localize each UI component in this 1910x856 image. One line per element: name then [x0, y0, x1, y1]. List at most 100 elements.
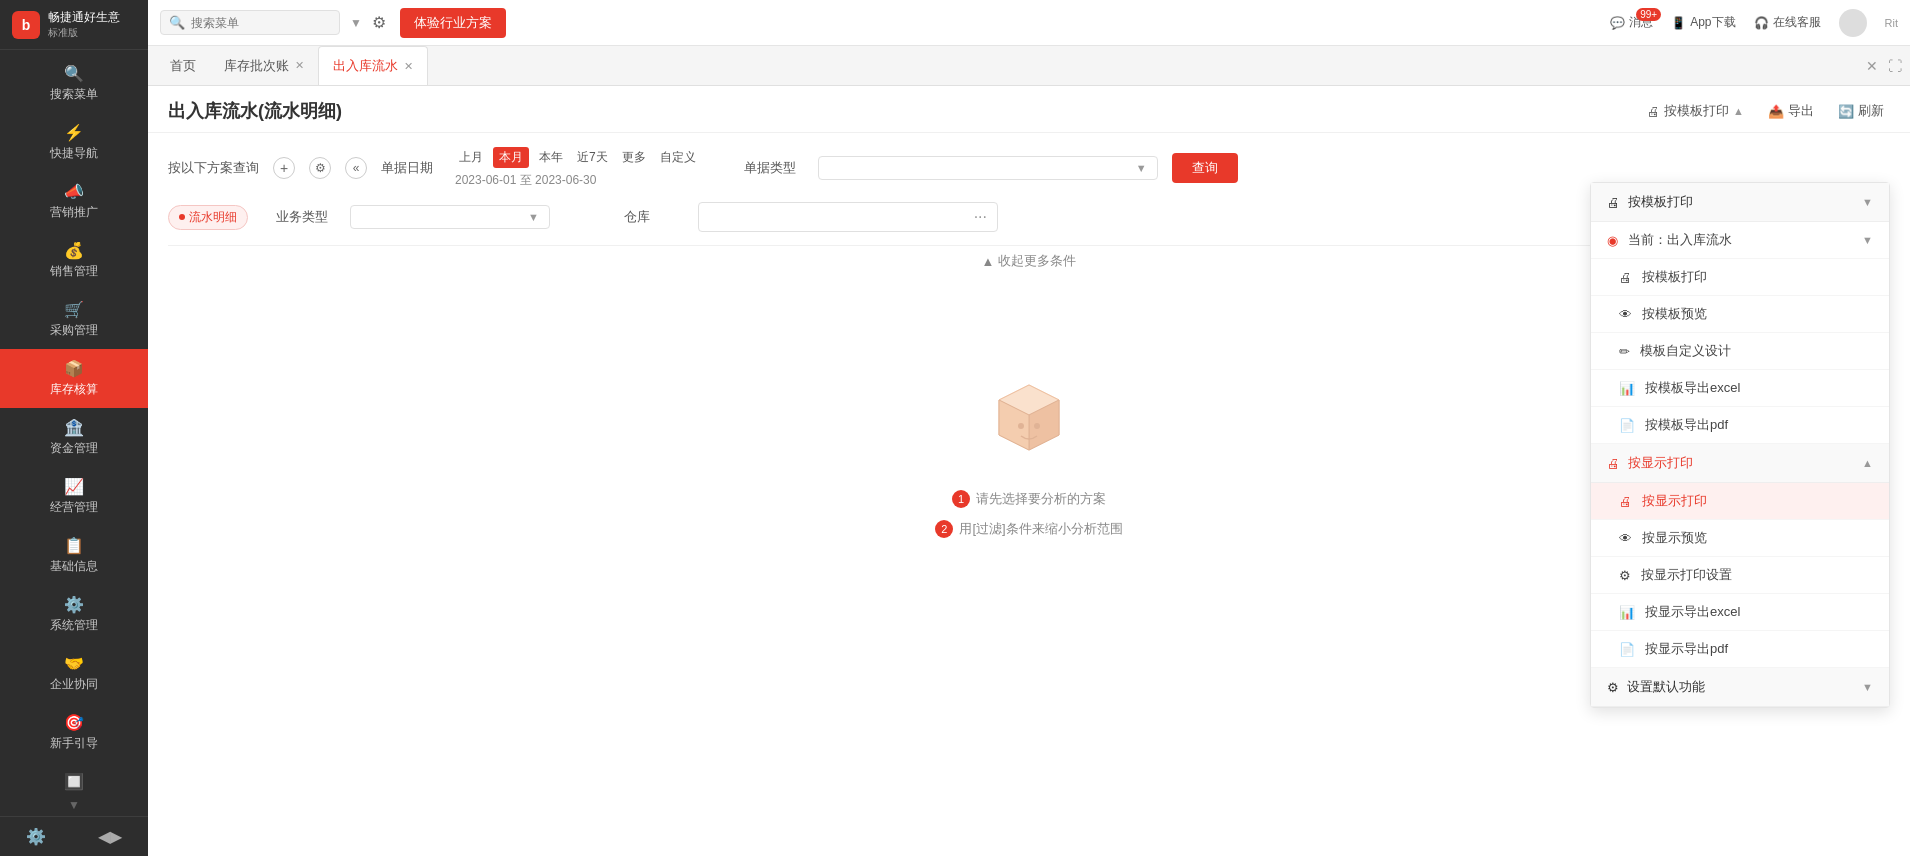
type-filter-select[interactable]: ▼: [818, 156, 1158, 180]
sidebar-item-search[interactable]: 🔍 搜索菜单: [0, 54, 148, 113]
disp-pdf-icon: 📄: [1619, 642, 1635, 657]
sidebar-item-guide[interactable]: 🎯 新手引导: [0, 703, 148, 762]
topbar-online-service[interactable]: 🎧 在线客服: [1754, 14, 1821, 31]
tpl-print-icon: 🖨: [1619, 270, 1632, 285]
sidebar-item-purchase[interactable]: 🛒 采购管理: [0, 290, 148, 349]
date-option-last-month[interactable]: 上月: [455, 147, 487, 168]
sidebar-item-quicknav[interactable]: ⚡ 快捷导航: [0, 113, 148, 172]
dropdown-display-preview-item[interactable]: 👁 按显示预览: [1591, 520, 1889, 557]
settings-bottom-icon[interactable]: ⚙️: [26, 827, 46, 846]
dropdown-template-print-item[interactable]: 🖨 按模板打印: [1591, 259, 1889, 296]
dropdown-default-settings-header[interactable]: ⚙ 设置默认功能 ▼: [1591, 668, 1889, 707]
warehouse-input[interactable]: ···: [698, 202, 998, 232]
type-filter-chevron: ▼: [1136, 162, 1147, 174]
hint-num-1: 1: [952, 490, 970, 508]
type-label: 单据类型: [744, 159, 804, 177]
topbar-search-input[interactable]: [191, 16, 321, 30]
tab-inventory-batch-label: 库存批次账: [224, 57, 289, 75]
empty-state-icon: [979, 370, 1079, 470]
filter-settings-btn[interactable]: ⚙: [309, 157, 331, 179]
dropdown-template-excel-item[interactable]: 📊 按模板导出excel: [1591, 370, 1889, 407]
user-name-display: Rit: [1885, 17, 1898, 29]
query-btn[interactable]: 查询: [1172, 153, 1238, 183]
search-icon: 🔍: [64, 64, 84, 83]
sidebar-item-collab[interactable]: 🤝 企业协同: [0, 644, 148, 703]
sidebar-item-finance[interactable]: 🏦 资金管理: [0, 408, 148, 467]
sidebar-item-quicknav-label: 快捷导航: [50, 145, 98, 162]
trial-btn[interactable]: 体验行业方案: [400, 8, 506, 38]
sidebar-item-operations[interactable]: 📈 经营管理: [0, 467, 148, 526]
sidebar-item-search-label: 搜索菜单: [50, 86, 98, 103]
service-icon: 🎧: [1754, 16, 1769, 30]
display-print-section-icon: 🖨: [1607, 456, 1620, 471]
dropdown-template-design-item[interactable]: ✏ 模板自定义设计: [1591, 333, 1889, 370]
page-actions: 🖨 按模板打印 ▲ 📤 导出 🔄 刷新: [1641, 98, 1890, 124]
tab-stock-flow-close[interactable]: ✕: [404, 60, 413, 73]
sidebar-item-purchase-label: 采购管理: [50, 322, 98, 339]
hint-text-1: 请先选择要分析的方案: [976, 486, 1106, 512]
tag-dot-icon: [179, 214, 185, 220]
sidebar-item-inventory[interactable]: 📦 库存核算: [0, 349, 148, 408]
export-btn[interactable]: 📤 导出: [1762, 98, 1820, 124]
guide-icon: 🎯: [64, 713, 84, 732]
date-option-this-year[interactable]: 本年: [535, 147, 567, 168]
dropdown-display-print-item[interactable]: 🖨 按显示打印: [1591, 483, 1889, 520]
filter-add-btn[interactable]: +: [273, 157, 295, 179]
date-range-display: 2023-06-01 至 2023-06-30: [455, 172, 700, 189]
filter-scheme-label: 按以下方案查询: [168, 159, 259, 177]
dropdown-display-pdf-item[interactable]: 📄 按显示导出pdf: [1591, 631, 1889, 668]
sidebar-item-basic[interactable]: 📋 基础信息: [0, 526, 148, 585]
tab-inventory-batch-close[interactable]: ✕: [295, 59, 304, 72]
tab-inventory-batch[interactable]: 库存批次账 ✕: [210, 46, 318, 85]
tabs-bar: 首页 库存批次账 ✕ 出入库流水 ✕ ✕ ⛶: [148, 46, 1910, 86]
sidebar-item-marketing-label: 营销推广: [50, 204, 98, 221]
sidebar-item-guide-label: 新手引导: [50, 735, 98, 752]
warehouse-more-icon[interactable]: ···: [974, 208, 987, 226]
user-avatar[interactable]: [1839, 9, 1867, 37]
tag-flow-detail[interactable]: 流水明细: [168, 205, 248, 230]
print-chevron-icon: ▲: [1733, 105, 1744, 117]
dropdown-display-print-header[interactable]: 🖨 按显示打印 ▲: [1591, 444, 1889, 483]
print-dropdown-panel: 🖨 按模板打印 ▼ ◉ 当前：出入库流水 ▼ 🖨 按模板打印 👁 按模板预览: [1590, 182, 1890, 708]
topbar-search-box[interactable]: 🔍: [160, 10, 340, 35]
sidebar-item-collab-label: 企业协同: [50, 676, 98, 693]
tab-stock-flow[interactable]: 出入库流水 ✕: [318, 46, 428, 85]
tab-home[interactable]: 首页: [156, 46, 210, 85]
topbar-app-download[interactable]: 📱 App下载: [1671, 14, 1735, 31]
sidebar-item-sales[interactable]: 💰 销售管理: [0, 231, 148, 290]
sidebar-item-appstore[interactable]: 🔲 应用中心: [0, 762, 148, 794]
window-expand-icon[interactable]: ⛶: [1888, 58, 1902, 74]
date-option-more[interactable]: 更多: [618, 147, 650, 168]
topbar-settings-icon[interactable]: ⚙: [372, 13, 386, 32]
date-option-7days[interactable]: 近7天: [573, 147, 612, 168]
message-icon: 💬: [1610, 16, 1625, 30]
biz-type-select[interactable]: ▼: [350, 205, 550, 229]
filter-collapse-btn[interactable]: «: [345, 157, 367, 179]
tag-label: 流水明细: [189, 209, 237, 226]
page-content: 出入库流水(流水明细) 🖨 按模板打印 ▲ 📤 导出 🔄 刷新: [148, 86, 1910, 856]
tpl-design-icon: ✏: [1619, 344, 1630, 359]
tab-stock-flow-label: 出入库流水: [333, 57, 398, 75]
dropdown-template-preview-item[interactable]: 👁 按模板预览: [1591, 296, 1889, 333]
print-template-btn[interactable]: 🖨 按模板打印 ▲: [1641, 98, 1750, 124]
marketing-icon: 📣: [64, 182, 84, 201]
topbar-messages[interactable]: 💬 消息 99+: [1610, 14, 1653, 31]
sidebar-item-marketing[interactable]: 📣 营销推广: [0, 172, 148, 231]
sidebar-item-system[interactable]: ⚙️ 系统管理: [0, 585, 148, 644]
warehouse-label: 仓库: [624, 208, 684, 226]
dropdown-display-settings-item[interactable]: ⚙ 按显示打印设置: [1591, 557, 1889, 594]
date-option-this-month[interactable]: 本月: [493, 147, 529, 168]
topbar-chevron-icon[interactable]: ▼: [350, 16, 362, 30]
dropdown-display-excel-item[interactable]: 📊 按显示导出excel: [1591, 594, 1889, 631]
refresh-btn[interactable]: 🔄 刷新: [1832, 98, 1890, 124]
collapse-sidebar-icon[interactable]: ◀▶: [98, 827, 122, 846]
dropdown-template-pdf-item[interactable]: 📄 按模板导出pdf: [1591, 407, 1889, 444]
dropdown-current-template[interactable]: ◉ 当前：出入库流水 ▼: [1591, 222, 1889, 259]
dropdown-template-print-header[interactable]: 🖨 按模板打印 ▼: [1591, 183, 1889, 222]
sidebar-scroll-down[interactable]: ▼: [0, 794, 148, 816]
sidebar: b 畅捷通好生意 标准版 🔍 搜索菜单 ⚡ 快捷导航 📣 营销推广 💰 销售管理…: [0, 0, 148, 856]
print-icon: 🖨: [1647, 104, 1660, 119]
window-close-icon[interactable]: ✕: [1866, 58, 1878, 74]
date-option-custom[interactable]: 自定义: [656, 147, 700, 168]
sales-icon: 💰: [64, 241, 84, 260]
